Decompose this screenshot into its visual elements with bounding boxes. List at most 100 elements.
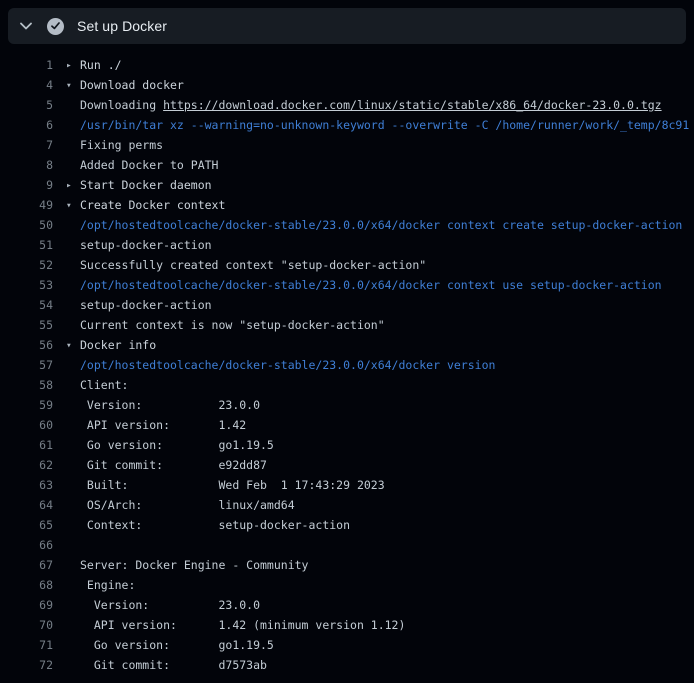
log-line-number[interactable]: 52: [0, 258, 53, 272]
disclosure-triangle-icon[interactable]: ▾: [66, 80, 80, 91]
log-line-text: /opt/hostedtoolcache/docker-stable/23.0.…: [80, 218, 682, 232]
log-line: 67 Server: Docker Engine - Community: [0, 555, 694, 575]
log-line-number[interactable]: 1: [0, 58, 53, 72]
log-line-number[interactable]: 55: [0, 318, 53, 332]
disclosure-triangle-icon[interactable]: ▾: [66, 200, 80, 211]
log-line: 72 Git commit: d7573ab: [0, 655, 694, 675]
log-line-number[interactable]: 60: [0, 418, 53, 432]
log-line-number[interactable]: 9: [0, 178, 53, 192]
log-line: 65 Context: setup-docker-action: [0, 515, 694, 535]
log-line-text: Run ./: [80, 58, 122, 72]
log-line-number[interactable]: 64: [0, 498, 53, 512]
log-line-number[interactable]: 62: [0, 458, 53, 472]
log-line[interactable]: 56 ▾ Docker info: [0, 335, 694, 355]
log-line-number[interactable]: 7: [0, 138, 53, 152]
log-line-text: Git commit: d7573ab: [80, 658, 267, 672]
log-line-text: Create Docker context: [80, 198, 225, 212]
log-line-number[interactable]: 56: [0, 338, 53, 352]
log-line-number[interactable]: 6: [0, 118, 53, 132]
log-line-text: Go version: go1.19.5: [80, 438, 274, 452]
log-line-text: Added Docker to PATH: [80, 158, 218, 172]
log-line-text: Context: setup-docker-action: [80, 518, 350, 532]
log-line-text: Fixing perms: [80, 138, 163, 152]
log-line-text: /usr/bin/tar xz --warning=no-unknown-key…: [80, 118, 689, 132]
log-line-text: /opt/hostedtoolcache/docker-stable/23.0.…: [80, 278, 662, 292]
log-line[interactable]: 49 ▾ Create Docker context: [0, 195, 694, 215]
step-title: Set up Docker: [77, 18, 167, 34]
log-line[interactable]: 1 ▸ Run ./: [0, 55, 694, 75]
log-line-number[interactable]: 67: [0, 558, 53, 572]
log-line-text: Client:: [80, 378, 128, 392]
log-line[interactable]: 9 ▸ Start Docker daemon: [0, 175, 694, 195]
log-line: 51 setup-docker-action: [0, 235, 694, 255]
log-line-text: Engine:: [80, 578, 135, 592]
log-line-text: Current context is now "setup-docker-act…: [80, 318, 385, 332]
log-line-number[interactable]: 72: [0, 658, 53, 672]
log-line: 55 Current context is now "setup-docker-…: [0, 315, 694, 335]
log-line-text: setup-docker-action: [80, 298, 212, 312]
log-line: 52 Successfully created context "setup-d…: [0, 255, 694, 275]
log-line-number[interactable]: 8: [0, 158, 53, 172]
log-line-text: Built: Wed Feb 1 17:43:29 2023: [80, 478, 385, 492]
log-line-text: /opt/hostedtoolcache/docker-stable/23.0.…: [80, 358, 495, 372]
log-line: 8 Added Docker to PATH: [0, 155, 694, 175]
log-line-text: Start Docker daemon: [80, 178, 212, 192]
log-line-number[interactable]: 4: [0, 78, 53, 92]
log-line-text: Git commit: e92dd87: [80, 458, 267, 472]
log-line-number[interactable]: 63: [0, 478, 53, 492]
log-line-number[interactable]: 69: [0, 598, 53, 612]
log-line: 54 setup-docker-action: [0, 295, 694, 315]
log-line-number[interactable]: 61: [0, 438, 53, 452]
log-line: 64 OS/Arch: linux/amd64: [0, 495, 694, 515]
log-line-text: Docker info: [80, 338, 156, 352]
log-line: 71 Go version: go1.19.5: [0, 635, 694, 655]
log-line: 6 /usr/bin/tar xz --warning=no-unknown-k…: [0, 115, 694, 135]
disclosure-triangle-icon[interactable]: ▾: [66, 340, 80, 351]
log-line-number[interactable]: 65: [0, 518, 53, 532]
log-line-number[interactable]: 68: [0, 578, 53, 592]
log-line: 69 Version: 23.0.0: [0, 595, 694, 615]
log-line: 59 Version: 23.0.0: [0, 395, 694, 415]
log-line-number[interactable]: 5: [0, 98, 53, 112]
chevron-down-icon[interactable]: [18, 18, 34, 34]
log-line: 57 /opt/hostedtoolcache/docker-stable/23…: [0, 355, 694, 375]
disclosure-triangle-icon[interactable]: ▸: [66, 180, 80, 191]
log-line-number[interactable]: 50: [0, 218, 53, 232]
log-line-number[interactable]: 57: [0, 358, 53, 372]
log-line: 61 Go version: go1.19.5: [0, 435, 694, 455]
log-line[interactable]: 4 ▾ Download docker: [0, 75, 694, 95]
log-line-text: setup-docker-action: [80, 238, 212, 252]
log-line-number[interactable]: 54: [0, 298, 53, 312]
log-line: 5 Downloading https://download.docker.co…: [0, 95, 694, 115]
log-line-text: Successfully created context "setup-dock…: [80, 258, 426, 272]
log-line: 66: [0, 535, 694, 555]
log-line-text: Download docker: [80, 78, 184, 92]
log-line: 62 Git commit: e92dd87: [0, 455, 694, 475]
log-line: 63 Built: Wed Feb 1 17:43:29 2023: [0, 475, 694, 495]
log-line-text: API version: 1.42 (minimum version 1.12): [80, 618, 405, 632]
log-line-number[interactable]: 59: [0, 398, 53, 412]
log-line: 53 /opt/hostedtoolcache/docker-stable/23…: [0, 275, 694, 295]
log-line: 50 /opt/hostedtoolcache/docker-stable/23…: [0, 215, 694, 235]
step-header[interactable]: Set up Docker: [8, 8, 686, 44]
log-line: 58 Client:: [0, 375, 694, 395]
log-line-text: OS/Arch: linux/amd64: [80, 498, 295, 512]
log-line-number[interactable]: 70: [0, 618, 53, 632]
disclosure-triangle-icon[interactable]: ▸: [66, 60, 80, 71]
log-line: 70 API version: 1.42 (minimum version 1.…: [0, 615, 694, 635]
log-line-text: API version: 1.42: [80, 418, 246, 432]
log-line-number[interactable]: 53: [0, 278, 53, 292]
log-line-number[interactable]: 71: [0, 638, 53, 652]
log-line-text: Server: Docker Engine - Community: [80, 558, 308, 572]
log-line-number[interactable]: 49: [0, 198, 53, 212]
log-line-text: Go version: go1.19.5: [80, 638, 274, 652]
log-line-text: Version: 23.0.0: [80, 398, 260, 412]
log-line-number[interactable]: 51: [0, 238, 53, 252]
log-area: 1 ▸ Run ./ 4 ▾ Download docker 5 Downloa…: [0, 44, 694, 675]
log-line-text: Version: 23.0.0: [80, 598, 260, 612]
log-line-number[interactable]: 66: [0, 538, 53, 552]
log-line-number[interactable]: 58: [0, 378, 53, 392]
log-line: 68 Engine:: [0, 575, 694, 595]
log-url-link[interactable]: https://download.docker.com/linux/static…: [163, 98, 662, 112]
log-line: 60 API version: 1.42: [0, 415, 694, 435]
